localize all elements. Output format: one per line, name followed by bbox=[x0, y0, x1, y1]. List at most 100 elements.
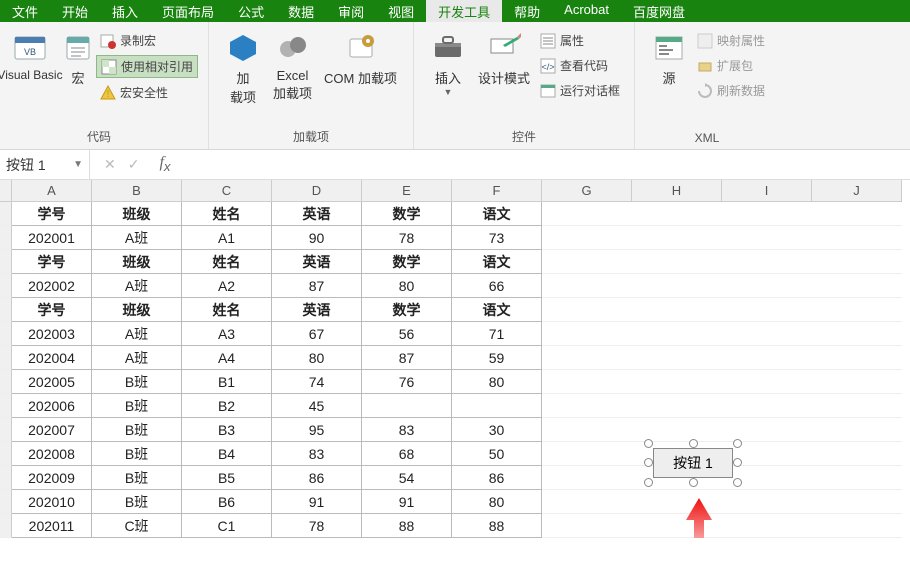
cell[interactable]: 数学 bbox=[362, 298, 452, 322]
cell[interactable]: 87 bbox=[272, 274, 362, 298]
cell[interactable] bbox=[812, 442, 902, 466]
cell[interactable]: A班 bbox=[92, 346, 182, 370]
cell[interactable]: 76 bbox=[362, 370, 452, 394]
macro-button[interactable]: 宏 bbox=[60, 26, 96, 91]
cell[interactable] bbox=[542, 250, 632, 274]
cell[interactable] bbox=[812, 202, 902, 226]
cell[interactable]: 202008 bbox=[12, 442, 92, 466]
tab-插入[interactable]: 插入 bbox=[100, 0, 150, 22]
cell[interactable]: 80 bbox=[452, 490, 542, 514]
addin-button[interactable]: 加 载项 bbox=[219, 26, 267, 110]
cell[interactable] bbox=[722, 370, 812, 394]
cell[interactable]: A2 bbox=[182, 274, 272, 298]
cell[interactable] bbox=[542, 490, 632, 514]
cell[interactable]: 英语 bbox=[272, 298, 362, 322]
cell[interactable]: B4 bbox=[182, 442, 272, 466]
cell[interactable]: B班 bbox=[92, 442, 182, 466]
tab-Acrobat[interactable]: Acrobat bbox=[552, 0, 621, 22]
select-all-corner[interactable] bbox=[0, 180, 12, 202]
cell[interactable]: B2 bbox=[182, 394, 272, 418]
cell[interactable]: 英语 bbox=[272, 250, 362, 274]
cell[interactable] bbox=[812, 250, 902, 274]
column-header-J[interactable]: J bbox=[812, 180, 902, 202]
cell[interactable]: B班 bbox=[92, 418, 182, 442]
cell[interactable]: 语文 bbox=[452, 202, 542, 226]
cell[interactable] bbox=[542, 370, 632, 394]
cell[interactable]: A班 bbox=[92, 274, 182, 298]
design-mode-button[interactable]: 设计模式 bbox=[472, 26, 536, 91]
cell[interactable]: B班 bbox=[92, 394, 182, 418]
cell[interactable] bbox=[812, 274, 902, 298]
cell[interactable]: 74 bbox=[272, 370, 362, 394]
column-header-H[interactable]: H bbox=[632, 180, 722, 202]
cell[interactable] bbox=[722, 202, 812, 226]
cell[interactable]: 88 bbox=[452, 514, 542, 538]
tab-数据[interactable]: 数据 bbox=[276, 0, 326, 22]
cell[interactable]: A班 bbox=[92, 322, 182, 346]
resize-handle[interactable] bbox=[733, 439, 742, 448]
cell[interactable] bbox=[542, 346, 632, 370]
cell[interactable] bbox=[362, 394, 452, 418]
cell[interactable]: 语文 bbox=[452, 250, 542, 274]
cell[interactable] bbox=[632, 274, 722, 298]
cell[interactable]: 54 bbox=[362, 466, 452, 490]
resize-handle[interactable] bbox=[733, 458, 742, 467]
resize-handle[interactable] bbox=[644, 439, 653, 448]
cell[interactable]: B班 bbox=[92, 370, 182, 394]
column-header-I[interactable]: I bbox=[722, 180, 812, 202]
cell[interactable]: B1 bbox=[182, 370, 272, 394]
resize-handle[interactable] bbox=[644, 458, 653, 467]
cell[interactable]: 66 bbox=[452, 274, 542, 298]
record-macro-button[interactable]: 录制宏 bbox=[96, 30, 198, 51]
cell[interactable]: 202003 bbox=[12, 322, 92, 346]
cell[interactable] bbox=[542, 274, 632, 298]
column-header-A[interactable]: A bbox=[12, 180, 92, 202]
cell[interactable]: 数学 bbox=[362, 202, 452, 226]
cell[interactable]: A班 bbox=[92, 226, 182, 250]
cell[interactable] bbox=[632, 250, 722, 274]
resize-handle[interactable] bbox=[689, 478, 698, 487]
cell[interactable] bbox=[722, 394, 812, 418]
cell[interactable]: 91 bbox=[362, 490, 452, 514]
cell[interactable]: B5 bbox=[182, 466, 272, 490]
cell[interactable] bbox=[722, 322, 812, 346]
column-header-F[interactable]: F bbox=[452, 180, 542, 202]
cell[interactable] bbox=[452, 394, 542, 418]
cell[interactable]: 78 bbox=[272, 514, 362, 538]
cell[interactable] bbox=[632, 226, 722, 250]
resize-handle[interactable] bbox=[733, 478, 742, 487]
resize-handle[interactable] bbox=[689, 439, 698, 448]
cell[interactable] bbox=[722, 298, 812, 322]
cell[interactable]: 90 bbox=[272, 226, 362, 250]
cell[interactable] bbox=[632, 202, 722, 226]
cell[interactable] bbox=[812, 226, 902, 250]
cell[interactable]: B6 bbox=[182, 490, 272, 514]
resize-handle[interactable] bbox=[644, 478, 653, 487]
cell[interactable] bbox=[542, 418, 632, 442]
tab-视图[interactable]: 视图 bbox=[376, 0, 426, 22]
cell[interactable]: 班级 bbox=[92, 202, 182, 226]
cell[interactable] bbox=[542, 442, 632, 466]
tab-开始[interactable]: 开始 bbox=[50, 0, 100, 22]
spreadsheet-grid[interactable]: ABCDEFGHIJ 学号班级姓名英语数学语文202001A班A1907873学… bbox=[0, 180, 910, 538]
view-code-button[interactable]: </> 查看代码 bbox=[536, 55, 624, 76]
cell[interactable] bbox=[542, 202, 632, 226]
cell[interactable]: A1 bbox=[182, 226, 272, 250]
cell[interactable]: 71 bbox=[452, 322, 542, 346]
column-header-D[interactable]: D bbox=[272, 180, 362, 202]
cell[interactable]: 80 bbox=[362, 274, 452, 298]
cell[interactable]: 86 bbox=[452, 466, 542, 490]
cell[interactable] bbox=[722, 226, 812, 250]
map-properties-button[interactable]: 映射属性 bbox=[693, 30, 769, 51]
cell[interactable]: 67 bbox=[272, 322, 362, 346]
cell[interactable]: 56 bbox=[362, 322, 452, 346]
form-button-shape[interactable]: 按钮 1 bbox=[645, 440, 741, 486]
cell[interactable]: 80 bbox=[272, 346, 362, 370]
cell[interactable]: 姓名 bbox=[182, 298, 272, 322]
column-header-B[interactable]: B bbox=[92, 180, 182, 202]
cell[interactable] bbox=[542, 226, 632, 250]
cell[interactable]: 数学 bbox=[362, 250, 452, 274]
source-button[interactable]: 源 bbox=[645, 26, 693, 91]
cell[interactable]: 学号 bbox=[12, 202, 92, 226]
cell[interactable]: 学号 bbox=[12, 250, 92, 274]
